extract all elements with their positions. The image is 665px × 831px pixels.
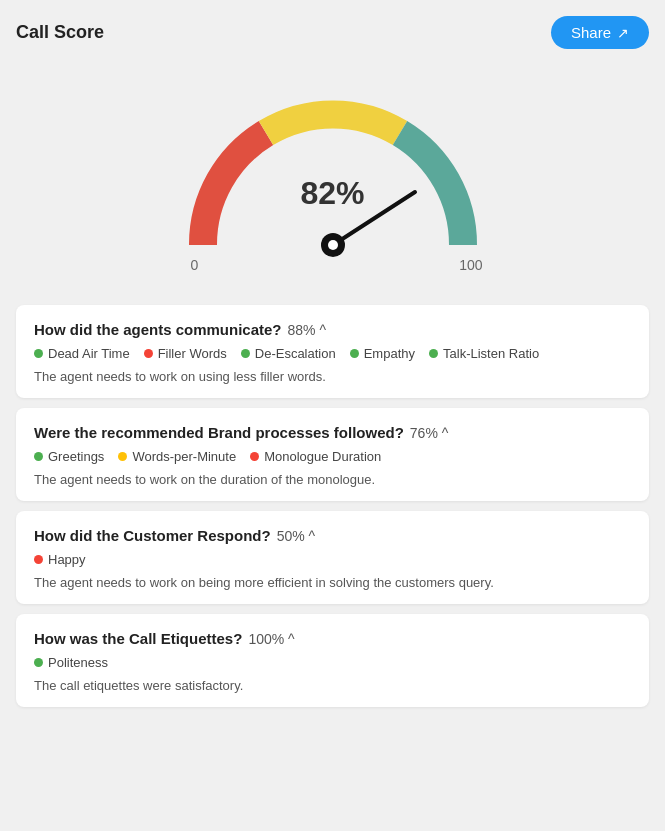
tag-1-1: Words-per-Minute bbox=[118, 449, 236, 464]
header: Call Score Share ↗ bbox=[16, 16, 649, 49]
dot-green-icon bbox=[350, 349, 359, 358]
tag-label-1-1: Words-per-Minute bbox=[132, 449, 236, 464]
tag-label-0-1: Filler Words bbox=[158, 346, 227, 361]
card-header-1: Were the recommended Brand processes fol… bbox=[34, 424, 631, 441]
tag-0-1: Filler Words bbox=[144, 346, 227, 361]
tag-label-0-4: Talk-Listen Ratio bbox=[443, 346, 539, 361]
dot-green-icon bbox=[241, 349, 250, 358]
card-score-0: 88% ^ bbox=[288, 322, 326, 338]
card-score-3: 100% ^ bbox=[248, 631, 294, 647]
card-tags-1: Greetings Words-per-Minute Monologue Durat… bbox=[34, 449, 631, 464]
card-title-3: How was the Call Etiquettes? bbox=[34, 630, 242, 647]
card-desc-2: The agent needs to work on being more ef… bbox=[34, 575, 631, 590]
card-header-0: How did the agents communicate? 88% ^ bbox=[34, 321, 631, 338]
dot-green-icon bbox=[429, 349, 438, 358]
tag-2-0: Happy bbox=[34, 552, 86, 567]
svg-point-2 bbox=[328, 240, 338, 250]
tag-label-1-2: Monologue Duration bbox=[264, 449, 381, 464]
cards-container: How did the agents communicate? 88% ^ Dead… bbox=[16, 305, 649, 707]
tag-label-3-0: Politeness bbox=[48, 655, 108, 670]
card-desc-1: The agent needs to work on the duration … bbox=[34, 472, 631, 487]
card-2: How did the Customer Respond? 50% ^ Happy T… bbox=[16, 511, 649, 604]
page-title: Call Score bbox=[16, 22, 104, 43]
card-3: How was the Call Etiquettes? 100% ^ Polite… bbox=[16, 614, 649, 707]
card-header-3: How was the Call Etiquettes? 100% ^ bbox=[34, 630, 631, 647]
share-icon: ↗ bbox=[617, 25, 629, 41]
card-0: How did the agents communicate? 88% ^ Dead… bbox=[16, 305, 649, 398]
tag-0-2: De-Escalation bbox=[241, 346, 336, 361]
gauge-value: 82% bbox=[300, 175, 364, 212]
page-wrapper: Call Score Share ↗ bbox=[0, 0, 665, 831]
dot-red-icon bbox=[250, 452, 259, 461]
gauge-label-0: 0 bbox=[191, 257, 199, 273]
dot-red-icon bbox=[34, 555, 43, 564]
tag-1-2: Monologue Duration bbox=[250, 449, 381, 464]
tag-label-1-0: Greetings bbox=[48, 449, 104, 464]
card-desc-0: The agent needs to work on using less fi… bbox=[34, 369, 631, 384]
dot-yellow-icon bbox=[118, 452, 127, 461]
card-header-2: How did the Customer Respond? 50% ^ bbox=[34, 527, 631, 544]
tag-3-0: Politeness bbox=[34, 655, 108, 670]
gauge-label-100: 100 bbox=[459, 257, 482, 273]
card-title-0: How did the agents communicate? bbox=[34, 321, 282, 338]
dot-green-icon bbox=[34, 349, 43, 358]
tag-0-0: Dead Air Time bbox=[34, 346, 130, 361]
card-desc-3: The call etiquettes were satisfactory. bbox=[34, 678, 631, 693]
tag-0-4: Talk-Listen Ratio bbox=[429, 346, 539, 361]
share-label: Share bbox=[571, 24, 611, 41]
dot-green-icon bbox=[34, 452, 43, 461]
card-score-1: 76% ^ bbox=[410, 425, 448, 441]
card-1: Were the recommended Brand processes fol… bbox=[16, 408, 649, 501]
card-tags-0: Dead Air Time Filler Words De-Escalation Em… bbox=[34, 346, 631, 361]
tag-label-2-0: Happy bbox=[48, 552, 86, 567]
dot-green-icon bbox=[34, 658, 43, 667]
tag-label-0-2: De-Escalation bbox=[255, 346, 336, 361]
tag-label-0-3: Empathy bbox=[364, 346, 415, 361]
card-tags-2: Happy bbox=[34, 552, 631, 567]
card-title-1: Were the recommended Brand processes fol… bbox=[34, 424, 404, 441]
tag-1-0: Greetings bbox=[34, 449, 104, 464]
card-score-2: 50% ^ bbox=[277, 528, 315, 544]
tag-0-3: Empathy bbox=[350, 346, 415, 361]
gauge-container: 82% 0 100 bbox=[16, 65, 649, 295]
share-button[interactable]: Share ↗ bbox=[551, 16, 649, 49]
card-title-2: How did the Customer Respond? bbox=[34, 527, 271, 544]
dot-red-icon bbox=[144, 349, 153, 358]
card-tags-3: Politeness bbox=[34, 655, 631, 670]
gauge-wrapper: 82% 0 100 bbox=[173, 85, 493, 265]
tag-label-0-0: Dead Air Time bbox=[48, 346, 130, 361]
